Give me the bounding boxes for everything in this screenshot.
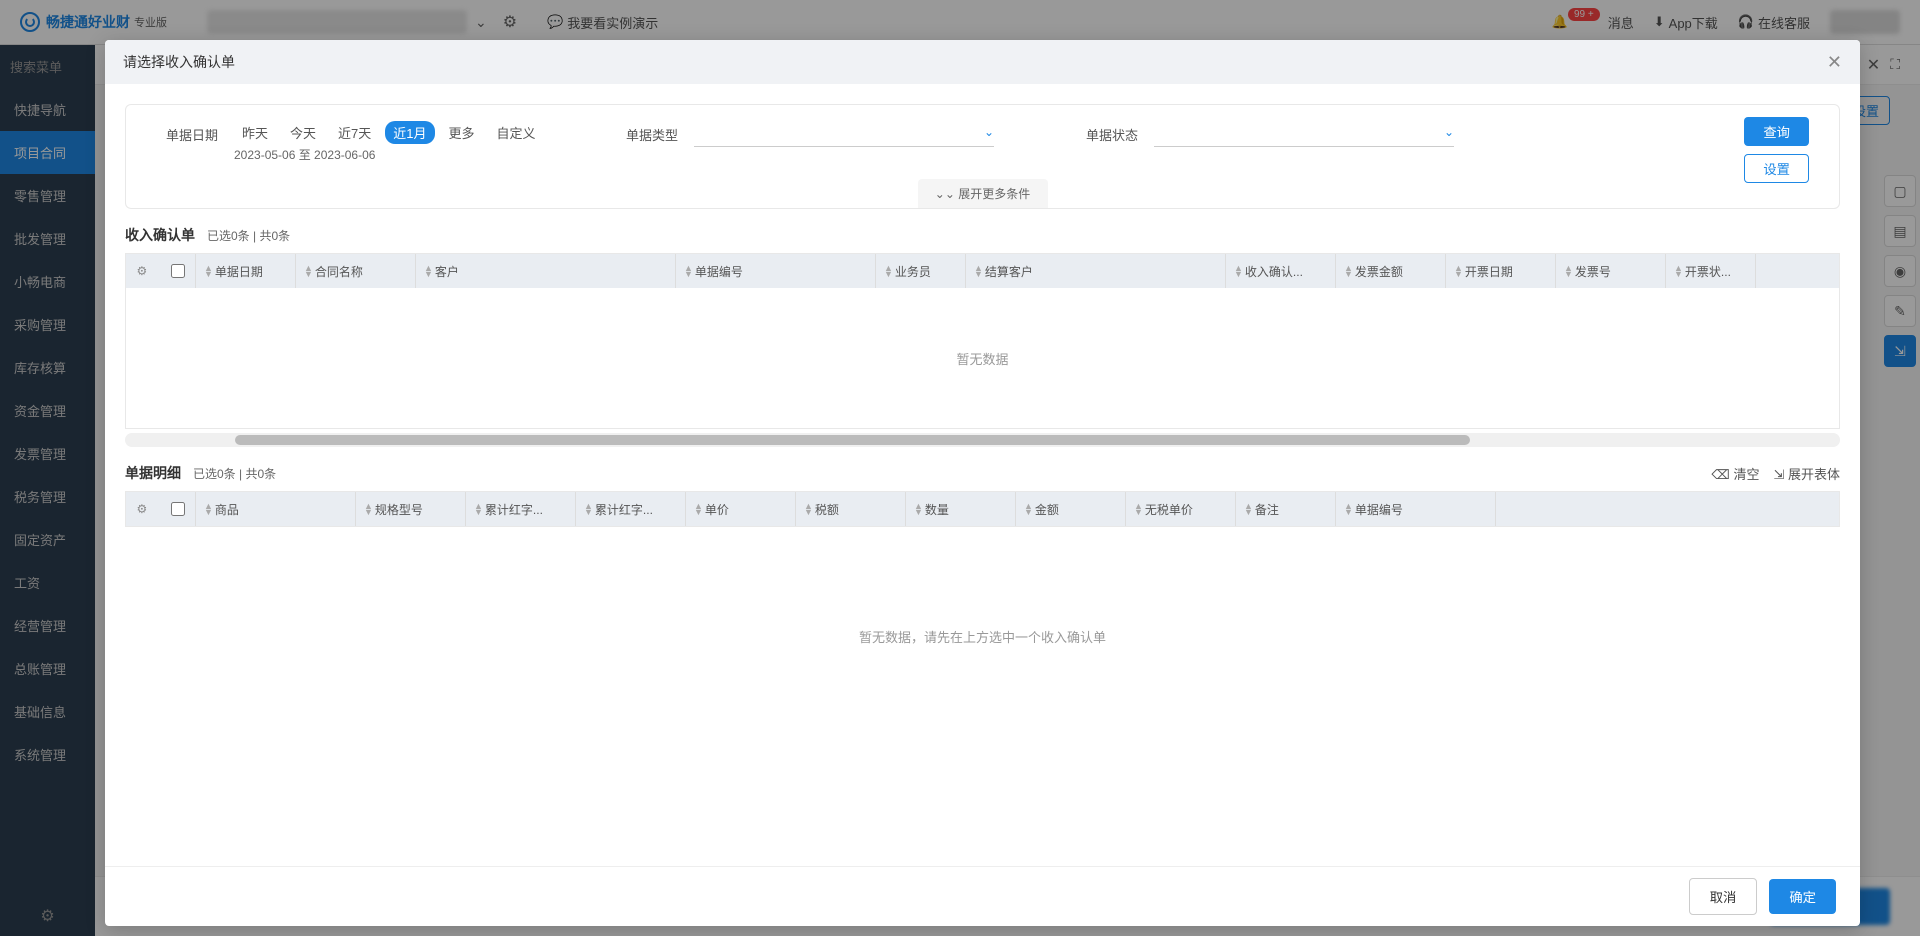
sort-icon: ▲▼ xyxy=(1134,503,1143,515)
doc-type-select[interactable] xyxy=(694,121,994,147)
scrollbar-thumb[interactable] xyxy=(235,435,1470,445)
expand-body-button[interactable]: 展开表体 xyxy=(1773,464,1840,483)
column-header[interactable]: ▲▼收入确认... xyxy=(1226,254,1336,288)
sort-icon: ▲▼ xyxy=(1454,265,1463,277)
column-header[interactable]: ▲▼无税单价 xyxy=(1126,492,1236,526)
column-header[interactable]: ▲▼累计红字... xyxy=(466,492,576,526)
section2-empty: 暂无数据，请先在上方选中一个收入确认单 xyxy=(105,527,1860,866)
sort-icon: ▲▼ xyxy=(584,503,593,515)
column-header[interactable]: ▲▼税额 xyxy=(796,492,906,526)
date-filter: 单据日期 昨天今天近7天近1月更多自定义 2023-05-06 至 2023-0… xyxy=(166,121,566,163)
date-chip-3[interactable]: 近1月 xyxy=(385,121,434,144)
sort-icon: ▲▼ xyxy=(364,503,373,515)
chevron-down-icon xyxy=(1444,125,1454,139)
sort-icon: ▲▼ xyxy=(1234,265,1243,277)
expand-conditions[interactable]: 展开更多条件 xyxy=(918,179,1048,208)
column-header[interactable]: ▲▼单据日期 xyxy=(196,254,296,288)
column-header[interactable]: ▲▼单价 xyxy=(686,492,796,526)
column-header[interactable]: ▲▼发票号 xyxy=(1556,254,1666,288)
close-icon[interactable]: ✕ xyxy=(1827,52,1842,73)
modal-title: 请选择收入确认单 xyxy=(123,52,235,72)
date-chip-0[interactable]: 昨天 xyxy=(234,121,276,144)
sort-icon: ▲▼ xyxy=(914,503,923,515)
column-header[interactable]: ▲▼开票状... xyxy=(1666,254,1756,288)
date-chip-2[interactable]: 近7天 xyxy=(330,121,379,144)
column-header[interactable]: ▲▼合同名称 xyxy=(296,254,416,288)
cancel-button[interactable]: 取消 xyxy=(1689,878,1758,915)
doc-type-filter: 单据类型 xyxy=(626,121,1026,163)
sort-icon: ▲▼ xyxy=(1674,265,1683,277)
column-header[interactable]: ▲▼开票日期 xyxy=(1446,254,1556,288)
eraser-icon xyxy=(1711,467,1729,482)
expand-icon xyxy=(1773,467,1784,482)
clear-button[interactable]: 清空 xyxy=(1711,464,1759,483)
sort-icon: ▲▼ xyxy=(974,265,983,277)
date-chip-5[interactable]: 自定义 xyxy=(489,121,544,144)
column-header[interactable]: ▲▼发票金额 xyxy=(1336,254,1446,288)
sort-icon: ▲▼ xyxy=(1564,265,1573,277)
modal-header: 请选择收入确认单 ✕ xyxy=(105,40,1860,84)
modal-footer: 取消 确定 xyxy=(105,866,1860,926)
column-header[interactable]: ▲▼单据编号 xyxy=(676,254,876,288)
column-header[interactable]: ▲▼业务员 xyxy=(876,254,966,288)
sort-icon: ▲▼ xyxy=(884,265,893,277)
sort-icon: ▲▼ xyxy=(1244,503,1253,515)
sort-icon: ▲▼ xyxy=(1344,265,1353,277)
section1-empty: 暂无数据 xyxy=(126,288,1839,428)
section2-table: ▲▼商品▲▼规格型号▲▼累计红字...▲▼累计红字...▲▼单价▲▼税额▲▼数量… xyxy=(125,491,1840,527)
date-range-text: 2023-05-06 至 2023-06-06 xyxy=(234,146,544,163)
column-header[interactable]: ▲▼规格型号 xyxy=(356,492,466,526)
column-header[interactable]: ▲▼结算客户 xyxy=(966,254,1226,288)
confirm-button[interactable]: 确定 xyxy=(1769,879,1836,914)
filter-settings-button[interactable]: 设置 xyxy=(1744,154,1809,183)
sort-icon: ▲▼ xyxy=(1024,503,1033,515)
sort-icon: ▲▼ xyxy=(474,503,483,515)
section1-title: 收入确认单 xyxy=(125,225,195,245)
sort-icon: ▲▼ xyxy=(694,503,703,515)
date-chip-1[interactable]: 今天 xyxy=(282,121,324,144)
column-header[interactable]: ▲▼单据编号 xyxy=(1336,492,1496,526)
double-chevron-down-icon xyxy=(935,187,955,201)
sort-icon: ▲▼ xyxy=(1344,503,1353,515)
sort-icon: ▲▼ xyxy=(424,265,433,277)
select-income-modal: 请选择收入确认单 ✕ 单据日期 昨天今天近7天近1月更多自定义 2023-05-… xyxy=(105,40,1860,926)
column-header[interactable]: ▲▼金额 xyxy=(1016,492,1126,526)
horizontal-scrollbar[interactable] xyxy=(125,433,1840,447)
column-header[interactable]: ▲▼商品 xyxy=(196,492,356,526)
chevron-down-icon xyxy=(984,125,994,139)
sort-icon: ▲▼ xyxy=(204,265,213,277)
section2-header: 单据明细 已选0条 | 共0条 清空 展开表体 xyxy=(105,447,1860,491)
sort-icon: ▲▼ xyxy=(304,265,313,277)
doc-status-filter: 单据状态 xyxy=(1086,121,1486,163)
section2-title: 单据明细 xyxy=(125,463,181,483)
sort-icon: ▲▼ xyxy=(684,265,693,277)
date-chip-4[interactable]: 更多 xyxy=(441,121,483,144)
filter-panel: 单据日期 昨天今天近7天近1月更多自定义 2023-05-06 至 2023-0… xyxy=(125,104,1840,209)
doc-status-select[interactable] xyxy=(1154,121,1454,147)
select-all-checkbox[interactable] xyxy=(171,502,185,516)
column-header[interactable]: ▲▼数量 xyxy=(906,492,1016,526)
column-header[interactable]: ▲▼累计红字... xyxy=(576,492,686,526)
section1-table: ▲▼单据日期▲▼合同名称▲▼客户▲▼单据编号▲▼业务员▲▼结算客户▲▼收入确认.… xyxy=(125,253,1840,429)
gear-icon[interactable] xyxy=(137,264,155,278)
query-button[interactable]: 查询 xyxy=(1744,117,1809,146)
section1-header: 收入确认单 已选0条 | 共0条 xyxy=(105,209,1860,253)
gear-icon[interactable] xyxy=(137,502,155,516)
select-all-checkbox[interactable] xyxy=(171,264,185,278)
column-header[interactable]: ▲▼备注 xyxy=(1236,492,1336,526)
sort-icon: ▲▼ xyxy=(204,503,213,515)
sort-icon: ▲▼ xyxy=(804,503,813,515)
column-header[interactable]: ▲▼客户 xyxy=(416,254,676,288)
